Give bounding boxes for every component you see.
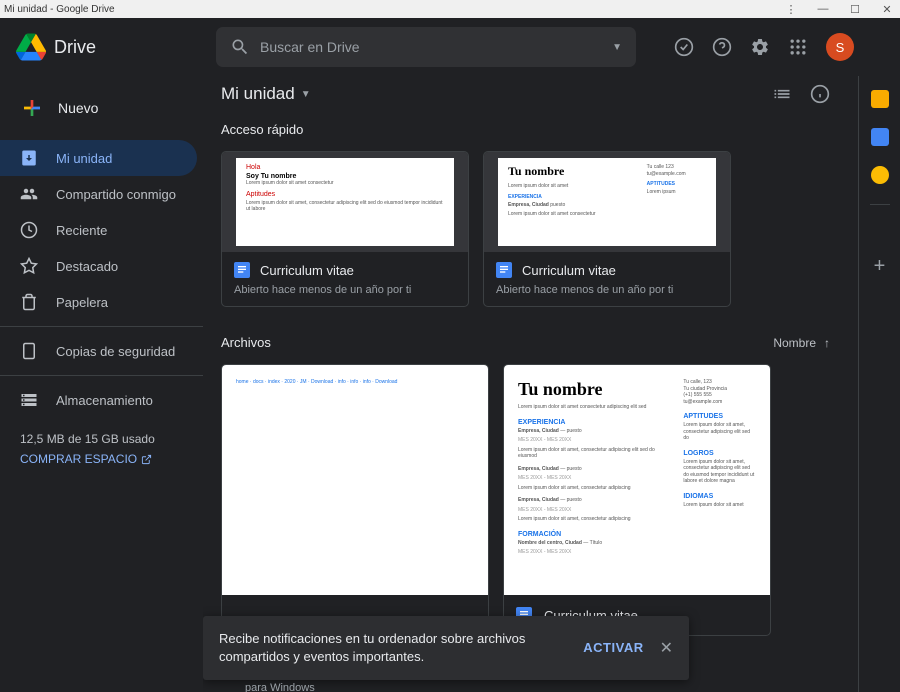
drive-logo[interactable]: Drive <box>16 32 216 62</box>
notification-activate-button[interactable]: ACTIVAR <box>583 640 643 655</box>
search-bar[interactable]: ▼ <box>216 27 636 67</box>
search-icon <box>230 37 250 57</box>
below-text: para Windows <box>245 682 315 692</box>
main-content: Mi unidad ▼ Acceso rápido Hola Soy Tu no… <box>203 76 848 692</box>
plus-icon <box>20 96 44 120</box>
search-input[interactable] <box>260 39 612 55</box>
file-name: Curriculum vitae <box>260 263 354 278</box>
logo-text: Drive <box>54 37 96 58</box>
arrow-up-icon: ↑ <box>824 336 830 350</box>
window-title: Mi unidad - Google Drive <box>4 4 782 15</box>
files-header: Archivos Nombre ↑ <box>221 335 830 350</box>
sidebar-item-starred[interactable]: Destacado <box>0 248 203 284</box>
info-icon[interactable] <box>810 84 830 104</box>
docs-icon <box>234 262 250 278</box>
quick-card[interactable]: Hola Soy Tu nombre Lorem ipsum dolor sit… <box>221 151 469 307</box>
calendar-icon[interactable] <box>871 90 889 108</box>
quick-access-title: Acceso rápido <box>221 122 830 137</box>
shared-icon <box>20 185 38 203</box>
file-card[interactable]: Tu nombre Lorem ipsum dolor sit amet con… <box>503 364 771 636</box>
offline-icon[interactable] <box>674 37 694 57</box>
trash-icon <box>20 293 38 311</box>
scrollbar[interactable] <box>848 76 858 692</box>
sidebar-item-shared[interactable]: Compartido conmigo <box>0 176 203 212</box>
sidebar-item-label: Mi unidad <box>56 151 112 166</box>
file-subtitle: Abierto hace menos de un año por ti <box>234 284 456 296</box>
file-subtitle: Abierto hace menos de un año por ti <box>496 284 718 296</box>
sidebar-item-mydrive[interactable]: Mi unidad <box>0 140 197 176</box>
app-header: Drive ▼ S <box>0 18 900 76</box>
sort-button[interactable]: Nombre ↑ <box>773 336 830 350</box>
file-grid: home · docs · index · 2020 · JM · Downlo… <box>221 364 830 636</box>
notification-text: Recibe notificaciones en tu ordenador so… <box>219 630 567 666</box>
buy-storage-link[interactable]: COMPRAR ESPACIO <box>20 452 183 466</box>
storage-label: Almacenamiento <box>56 393 153 408</box>
thumbnail: Hola Soy Tu nombre Lorem ipsum dolor sit… <box>222 152 468 252</box>
minimize-icon[interactable]: — <box>814 3 832 15</box>
add-addon-icon[interactable]: + <box>874 255 886 278</box>
window-titlebar: Mi unidad - Google Drive ⋮ — ☐ ✕ <box>0 0 900 18</box>
docs-icon <box>496 262 512 278</box>
sidebar-item-label: Copias de seguridad <box>56 344 175 359</box>
sidebar-item-label: Reciente <box>56 223 107 238</box>
settings-icon[interactable] <box>750 37 770 57</box>
sidebar-item-recent[interactable]: Reciente <box>0 212 203 248</box>
storage-used: 12,5 MB de 15 GB usado <box>20 432 183 446</box>
thumbnail: Tu nombre Lorem ipsum dolor sit amet con… <box>504 365 770 595</box>
header-actions: S <box>674 33 884 61</box>
recent-icon <box>20 221 38 239</box>
sidebar-item-label: Compartido conmigo <box>56 187 176 202</box>
new-label: Nuevo <box>58 100 98 116</box>
notification-toast: Recibe notificaciones en tu ordenador so… <box>203 616 689 680</box>
divider <box>0 375 203 376</box>
avatar[interactable]: S <box>826 33 854 61</box>
sidebar-item-trash[interactable]: Papelera <box>0 284 203 320</box>
storage-info: 12,5 MB de 15 GB usado COMPRAR ESPACIO <box>0 418 203 474</box>
files-title: Archivos <box>221 335 271 350</box>
chevron-down-icon: ▼ <box>301 89 311 100</box>
more-icon[interactable]: ⋮ <box>782 3 800 16</box>
file-card[interactable]: home · docs · index · 2020 · JM · Downlo… <box>221 364 489 636</box>
sidebar-item-storage[interactable]: Almacenamiento <box>0 382 203 418</box>
sidebar-item-label: Papelera <box>56 295 108 310</box>
close-icon[interactable]: ✕ <box>878 3 896 16</box>
apps-icon[interactable] <box>788 37 808 57</box>
quick-access-row: Hola Soy Tu nombre Lorem ipsum dolor sit… <box>221 151 830 307</box>
window-controls: ⋮ — ☐ ✕ <box>782 3 896 16</box>
file-name: Curriculum vitae <box>522 263 616 278</box>
new-button[interactable]: Nuevo <box>0 86 203 130</box>
list-view-icon[interactable] <box>772 84 792 104</box>
thumbnail: home · docs · index · 2020 · JM · Downlo… <box>222 365 488 595</box>
sidebar-item-backups[interactable]: Copias de seguridad <box>0 333 203 369</box>
breadcrumb[interactable]: Mi unidad ▼ <box>221 84 311 104</box>
side-panel: + <box>858 76 900 692</box>
maximize-icon[interactable]: ☐ <box>846 3 864 16</box>
sidebar: Nuevo Mi unidad Compartido conmigo Recie… <box>0 76 203 692</box>
divider <box>0 326 203 327</box>
view-actions <box>772 84 830 104</box>
tasks-icon[interactable] <box>871 166 889 184</box>
backup-icon <box>20 342 38 360</box>
search-options-icon[interactable]: ▼ <box>612 42 622 53</box>
help-icon[interactable] <box>712 37 732 57</box>
sidebar-item-label: Destacado <box>56 259 118 274</box>
drive-icon <box>16 32 46 62</box>
star-icon <box>20 257 38 275</box>
storage-icon <box>20 391 38 409</box>
mydrive-icon <box>20 149 38 167</box>
keep-icon[interactable] <box>871 128 889 146</box>
quick-card[interactable]: Tu nombre Lorem ipsum dolor sit amet EXP… <box>483 151 731 307</box>
external-icon <box>141 454 152 465</box>
notification-close-icon[interactable]: ✕ <box>660 638 673 658</box>
breadcrumb-bar: Mi unidad ▼ <box>221 84 830 104</box>
thumbnail: Tu nombre Lorem ipsum dolor sit amet EXP… <box>484 152 730 252</box>
